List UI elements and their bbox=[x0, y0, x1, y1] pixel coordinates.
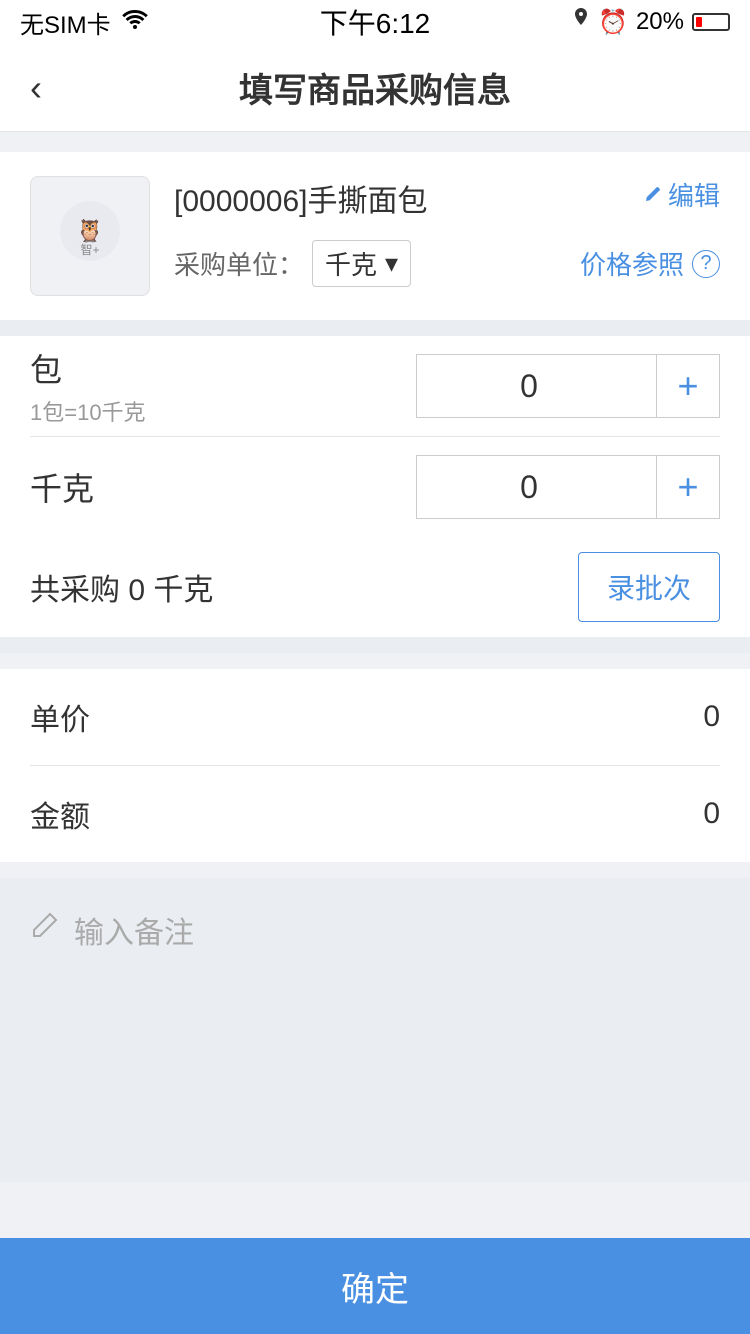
page-title: 填写商品采购信息 bbox=[239, 63, 511, 112]
amount-value: 0 bbox=[703, 797, 720, 831]
status-bar-left: 无SIM卡 bbox=[20, 5, 149, 40]
product-card: 🦉 智+ [0000006]手撕面包 编辑 采购单位： 千克 ▾ bbox=[0, 152, 750, 320]
section-divider-2 bbox=[0, 637, 750, 653]
alarm-icon: ⏰ bbox=[598, 8, 628, 37]
bao-input-row: 包 1包=10千克 + bbox=[0, 336, 750, 436]
note-placeholder: 输入备注 bbox=[74, 908, 194, 952]
note-section[interactable]: 输入备注 bbox=[0, 878, 750, 982]
svg-text:🦉: 🦉 bbox=[76, 218, 103, 243]
edit-button[interactable]: 编辑 bbox=[642, 176, 720, 213]
product-thumbnail: 🦉 智+ bbox=[55, 196, 125, 276]
bao-plus-button[interactable]: + bbox=[656, 354, 720, 418]
unit-price-label: 单价 bbox=[30, 695, 90, 739]
section-divider-1 bbox=[0, 320, 750, 336]
product-title: 手撕面包 bbox=[307, 185, 427, 218]
nav-bar: ‹ 填写商品采购信息 bbox=[0, 44, 750, 132]
batch-button[interactable]: 录批次 bbox=[578, 552, 720, 622]
confirm-button[interactable]: 确定 bbox=[0, 1238, 750, 1334]
unit-select[interactable]: 千克 ▾ bbox=[312, 240, 411, 287]
status-bar-right: ⏰ 20% bbox=[572, 8, 730, 37]
pencil-icon bbox=[30, 912, 58, 948]
input-section: 包 1包=10千克 + 千克 + bbox=[0, 336, 750, 537]
summary-text: 共采购 0 千克 bbox=[30, 565, 213, 609]
price-ref-button[interactable]: 价格参照 ? bbox=[580, 245, 720, 282]
status-bar: 无SIM卡 下午6:12 ⏰ 20% bbox=[0, 0, 750, 44]
battery-icon bbox=[692, 13, 730, 31]
bao-label: 包 bbox=[30, 345, 150, 391]
summary-unit: 千克 bbox=[153, 574, 213, 607]
location-icon bbox=[572, 8, 590, 37]
carrier-label: 无SIM卡 bbox=[20, 5, 111, 40]
kg-label: 千克 bbox=[30, 464, 150, 510]
battery-label: 20% bbox=[636, 8, 684, 36]
summary-row: 共采购 0 千克 录批次 bbox=[0, 537, 750, 637]
product-info: [0000006]手撕面包 编辑 采购单位： 千克 ▾ 价格参照 ? bbox=[174, 176, 720, 287]
kg-input-row: 千克 + bbox=[0, 437, 750, 537]
status-bar-time: 下午6:12 bbox=[320, 2, 431, 42]
amount-label: 金额 bbox=[30, 792, 90, 836]
back-button[interactable]: ‹ bbox=[30, 57, 52, 119]
summary-quantity: 0 bbox=[128, 574, 145, 607]
unit-price-value: 0 bbox=[703, 700, 720, 734]
bottom-space bbox=[0, 982, 750, 1182]
product-id: [0000006] bbox=[174, 185, 307, 218]
bao-sub-label: 1包=10千克 bbox=[30, 395, 150, 427]
kg-plus-button[interactable]: + bbox=[656, 455, 720, 519]
bao-input[interactable] bbox=[416, 354, 656, 418]
product-image: 🦉 智+ bbox=[30, 176, 150, 296]
wifi-icon bbox=[121, 8, 149, 36]
unit-price-row: 单价 0 bbox=[0, 669, 750, 765]
price-ref-help-icon: ? bbox=[692, 250, 720, 278]
kg-input[interactable] bbox=[416, 455, 656, 519]
amount-row: 金额 0 bbox=[0, 766, 750, 862]
svg-text:智+: 智+ bbox=[80, 242, 99, 257]
price-section: 单价 0 金额 0 bbox=[0, 669, 750, 862]
product-name: [0000006]手撕面包 bbox=[174, 176, 642, 220]
unit-label: 采购单位： bbox=[174, 245, 304, 282]
